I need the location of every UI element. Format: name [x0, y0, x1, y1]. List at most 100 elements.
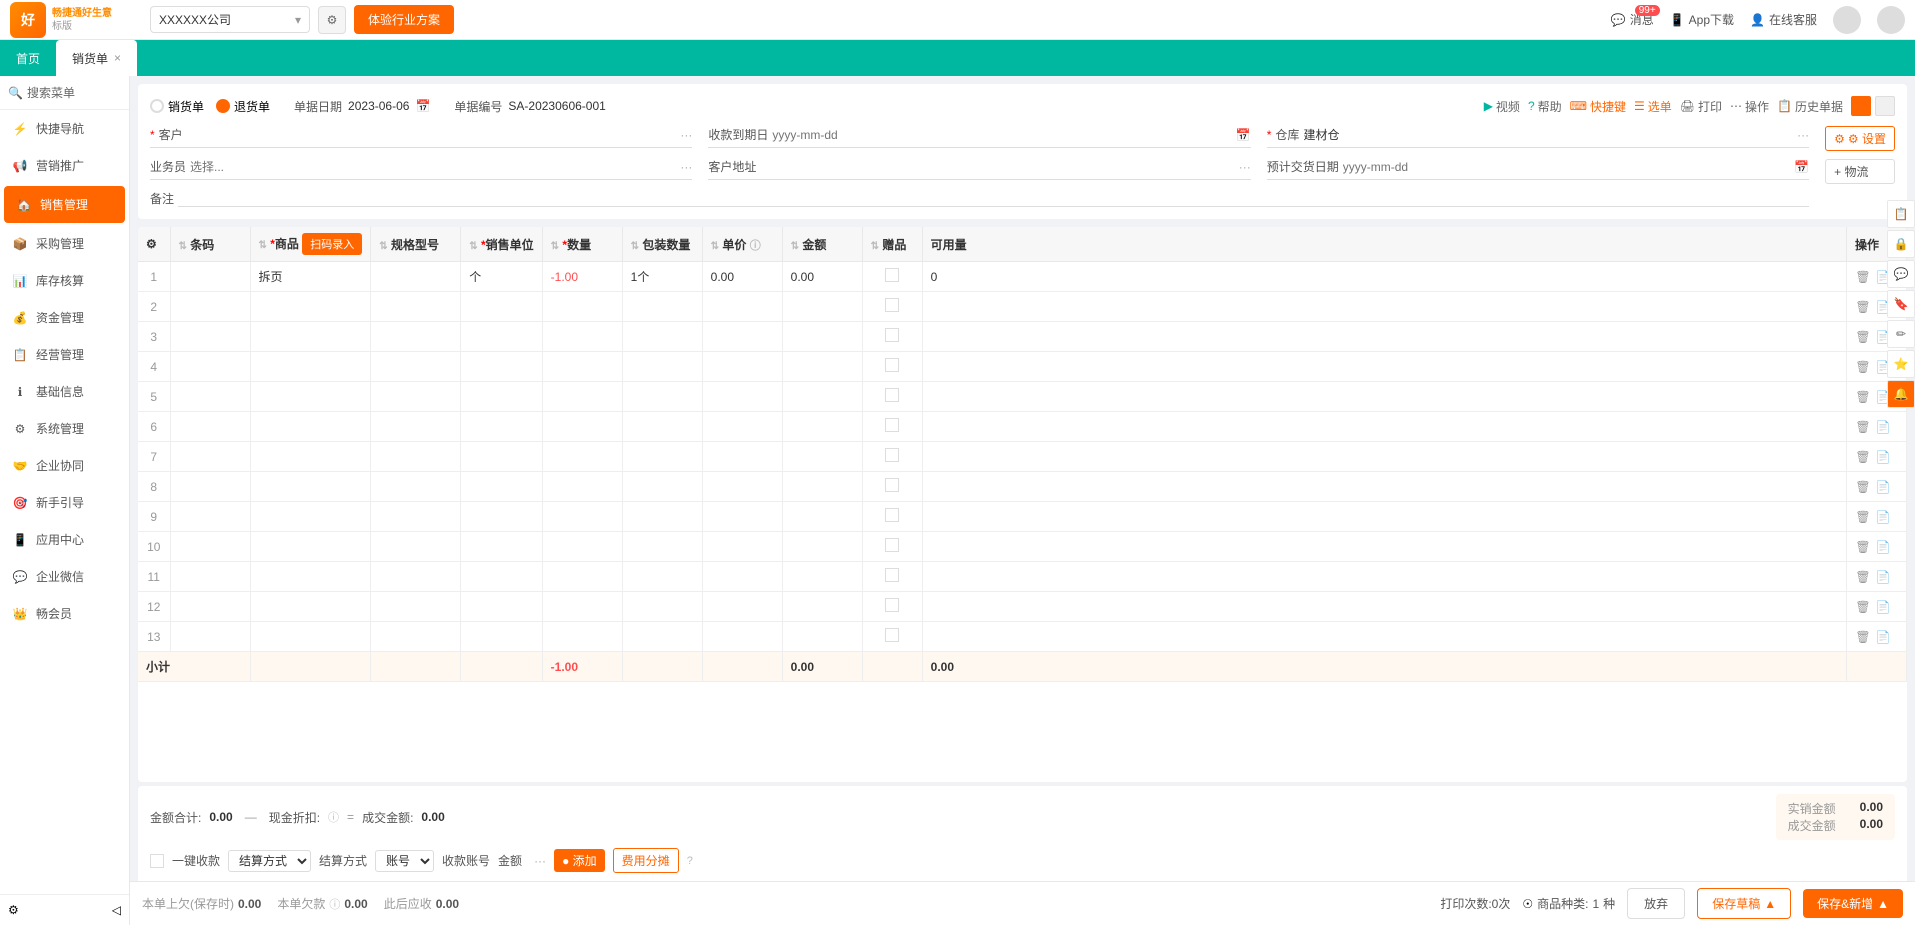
sidebar-item-finance[interactable]: 💰 资金管理: [0, 299, 129, 336]
float-btn-4[interactable]: 🔖: [1887, 290, 1915, 318]
account-select[interactable]: 账号: [375, 850, 434, 872]
gift-checkbox[interactable]: [885, 418, 899, 432]
gift-checkbox[interactable]: [885, 298, 899, 312]
sidebar-item-collab[interactable]: 🤝 企业协同: [0, 447, 129, 484]
delete-row-icon[interactable]: 🗑: [1855, 569, 1871, 585]
price-info-icon[interactable]: ⓘ: [750, 240, 761, 252]
avatar[interactable]: [1833, 6, 1861, 34]
sidebar-item-quick-nav[interactable]: ⚡ 快捷导航: [0, 110, 129, 147]
delete-row-icon[interactable]: 🗑: [1855, 389, 1871, 405]
salesman-more-icon[interactable]: ···: [680, 160, 692, 174]
due-date-calendar-icon[interactable]: 📅: [1236, 128, 1251, 142]
trial-button[interactable]: 体验行业方案: [354, 5, 454, 34]
delete-row-icon[interactable]: 🗑: [1855, 599, 1871, 615]
copy-row-icon[interactable]: 📄: [1875, 509, 1891, 525]
tab-sale-order[interactable]: 销货单 ×: [56, 40, 137, 76]
delete-row-icon[interactable]: 🗑: [1855, 359, 1871, 375]
copy-row-icon[interactable]: 📄: [1875, 539, 1891, 555]
sidebar-search[interactable]: 🔍 搜索菜单: [0, 76, 129, 110]
sidebar-item-newbie[interactable]: 🎯 新手引导: [0, 484, 129, 521]
settlement-select[interactable]: 结算方式: [228, 850, 311, 872]
doc-settings-button[interactable]: ⚙ ⚙ 设置: [1825, 126, 1895, 151]
gift-checkbox[interactable]: [885, 448, 899, 462]
address-more-icon[interactable]: ···: [1239, 160, 1251, 174]
sidebar-item-app-center[interactable]: 📱 应用中心: [0, 521, 129, 558]
sidebar-item-system[interactable]: ⚙ 系统管理: [0, 410, 129, 447]
remarks-input[interactable]: [178, 190, 1809, 207]
expected-date-calendar-icon[interactable]: 📅: [1794, 160, 1809, 174]
due-date-input[interactable]: [772, 128, 1231, 142]
delete-row-icon[interactable]: 🗑: [1855, 329, 1871, 345]
delete-row-icon[interactable]: 🗑: [1855, 629, 1871, 645]
logistics-button[interactable]: + 物流: [1825, 159, 1895, 184]
select-btn[interactable]: ☰ 选单: [1634, 98, 1672, 115]
float-btn-5[interactable]: ✏: [1887, 320, 1915, 348]
sidebar-item-sales[interactable]: 🏠 销售管理: [4, 186, 125, 223]
gift-checkbox[interactable]: [885, 358, 899, 372]
actions-btn[interactable]: ⋯ 操作: [1730, 98, 1769, 115]
customer-address-input[interactable]: [760, 160, 1230, 174]
settings-gear-button[interactable]: ⚙: [318, 6, 346, 34]
sidebar-item-purchase[interactable]: 📦 采购管理: [0, 225, 129, 262]
scan-button[interactable]: 扫码录入: [302, 233, 362, 255]
gift-checkbox[interactable]: [885, 268, 899, 282]
print-btn[interactable]: 🖨 打印: [1680, 98, 1722, 115]
expected-date-input[interactable]: [1343, 160, 1790, 174]
gift-checkbox[interactable]: [885, 508, 899, 522]
sidebar-item-wechat[interactable]: 💬 企业微信: [0, 558, 129, 595]
copy-row-icon[interactable]: 📄: [1875, 419, 1891, 435]
radio-return[interactable]: 退货单: [216, 98, 270, 115]
warehouse-more-icon[interactable]: ···: [1797, 128, 1809, 142]
radio-sale[interactable]: 销货单: [150, 98, 204, 115]
company-select[interactable]: XXXXXX公司 ▾: [150, 6, 310, 33]
sidebar-item-basic-info[interactable]: ℹ 基础信息: [0, 373, 129, 410]
float-btn-7[interactable]: 🔔: [1887, 380, 1915, 408]
customer-input[interactable]: [187, 128, 673, 142]
gift-checkbox[interactable]: [885, 568, 899, 582]
sidebar-item-vip[interactable]: 👑 畅会员: [0, 595, 129, 632]
fee-split-button[interactable]: 费用分摊: [613, 848, 679, 873]
video-btn[interactable]: ▶ 视频: [1484, 98, 1520, 115]
delete-row-icon[interactable]: 🗑: [1855, 539, 1871, 555]
date-picker-icon[interactable]: 📅: [415, 99, 430, 113]
overdue-info-icon[interactable]: ⓘ: [329, 896, 340, 912]
fee-info-icon[interactable]: ?: [687, 855, 693, 867]
gift-checkbox[interactable]: [885, 328, 899, 342]
checkbox-product-types[interactable]: ☉: [1522, 897, 1533, 911]
shortcut-btn[interactable]: ⌨ 快捷键: [1570, 98, 1626, 115]
one-click-checkbox[interactable]: [150, 854, 164, 868]
sidebar-item-operations[interactable]: 📋 经营管理: [0, 336, 129, 373]
view-list-icon[interactable]: [1851, 96, 1871, 116]
copy-row-icon[interactable]: 📄: [1875, 629, 1891, 645]
app-download-button[interactable]: 📱 App下载: [1670, 11, 1734, 28]
col-settings[interactable]: ⚙: [138, 227, 170, 262]
copy-row-icon[interactable]: 📄: [1875, 479, 1891, 495]
copy-row-icon[interactable]: 📄: [1875, 599, 1891, 615]
message-button[interactable]: 💬 消息 99+: [1611, 11, 1654, 28]
delete-row-icon[interactable]: 🗑: [1855, 479, 1871, 495]
view-grid-icon[interactable]: [1875, 96, 1895, 116]
history-btn[interactable]: 📋 历史单据: [1777, 98, 1843, 115]
sidebar-item-marketing[interactable]: 📢 营销推广: [0, 147, 129, 184]
online-service-button[interactable]: 👤 在线客服: [1750, 11, 1817, 28]
copy-row-icon[interactable]: 📄: [1875, 449, 1891, 465]
float-btn-3[interactable]: 💬: [1887, 260, 1915, 288]
discard-button[interactable]: 放弃: [1627, 888, 1685, 919]
delete-row-icon[interactable]: 🗑: [1855, 509, 1871, 525]
add-payment-button[interactable]: ● 添加: [554, 849, 605, 872]
salesman-input[interactable]: [190, 160, 672, 174]
save-draft-button[interactable]: 保存草稿 ▲: [1697, 888, 1791, 919]
sidebar-item-inventory[interactable]: 📊 库存核算: [0, 262, 129, 299]
amount-more-icon[interactable]: ···: [534, 854, 546, 868]
gift-checkbox[interactable]: [885, 538, 899, 552]
customer-more-icon[interactable]: ···: [680, 128, 692, 142]
gift-checkbox[interactable]: [885, 388, 899, 402]
gift-checkbox[interactable]: [885, 628, 899, 642]
float-btn-6[interactable]: ⭐: [1887, 350, 1915, 378]
copy-row-icon[interactable]: 📄: [1875, 569, 1891, 585]
float-btn-2[interactable]: 🔒: [1887, 230, 1915, 258]
help-btn[interactable]: ? 帮助: [1528, 98, 1562, 115]
avatar2[interactable]: [1877, 6, 1905, 34]
delete-row-icon[interactable]: 🗑: [1855, 299, 1871, 315]
delete-row-icon[interactable]: 🗑: [1855, 269, 1871, 285]
